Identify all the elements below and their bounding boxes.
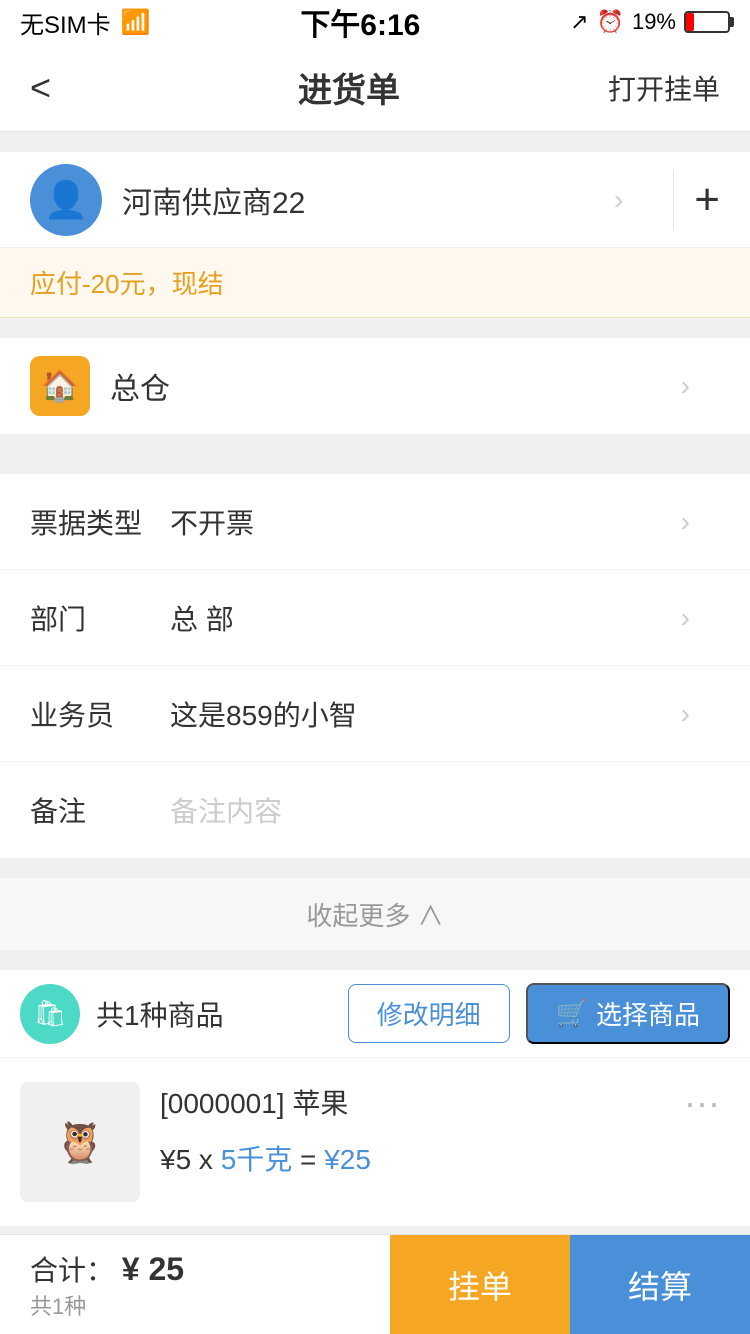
total-amount: ¥ 25 [122,1251,184,1287]
collapse-bar[interactable]: 收起更多 ∧ [0,878,750,950]
product-total: ¥25 [324,1144,371,1175]
back-button[interactable]: < [30,67,90,109]
alarm-icon: ⏰ [597,9,624,35]
warehouse-name: 总仓 [110,364,681,408]
select-product-icon: 🛒 [556,998,588,1029]
department-chevron: › [681,602,690,634]
invoice-type-value: 不开票 [150,502,681,542]
supplier-section[interactable]: 👤 河南供应商22 › + [0,152,750,248]
supplier-avatar: 👤 [30,164,102,236]
product-thumbnail: 🦉 [20,1082,140,1202]
edit-detail-button[interactable]: 修改明细 [348,984,510,1043]
total-label: 合计： [30,1255,114,1286]
remark-input[interactable]: 备注内容 [150,790,720,830]
add-supplier-button[interactable]: + [694,175,720,225]
wifi-icon: 📶 [121,8,151,37]
status-bar-left: 无SIM卡 📶 [20,5,151,40]
warehouse-icon: 🏠 [30,356,90,416]
bottom-bar: 合计： ¥ 25 共1种 挂单 结算 [0,1234,750,1334]
select-product-label: 选择商品 [596,995,700,1032]
supplier-name: 河南供应商22 [122,178,614,222]
product-quantity: 5千克 [221,1144,293,1175]
collapse-label: 收起更多 ∧ [306,896,443,933]
remark-label: 备注 [30,790,150,830]
invoice-type-row[interactable]: 票据类型 不开票 › [0,474,750,570]
pending-button[interactable]: 挂单 [390,1235,570,1334]
product-unit-price: ¥5 x [160,1144,221,1175]
product-item: 🦉 [0000001] 苹果 ¥5 x 5千克 = ¥25 ··· [0,1058,750,1227]
products-section: 🛍 共1种商品 修改明细 🛒 选择商品 🦉 [0000001] 苹果 ¥5 x … [0,970,750,1227]
salesperson-row[interactable]: 业务员 这是859的小智 › [0,666,750,762]
total-count: 共1种 [30,1289,360,1321]
form-section: 票据类型 不开票 › 部门 总 部 › 业务员 这是859的小智 › 备注 备注… [0,474,750,858]
supplier-divider [673,170,674,230]
product-name: [0000001] 苹果 [160,1082,674,1122]
total-section: 合计： ¥ 25 共1种 [0,1249,390,1321]
open-pending-button[interactable]: 打开挂单 [608,68,720,108]
carrier-label: 无SIM卡 [20,5,111,40]
avatar-icon: 👤 [44,179,89,221]
product-more-button[interactable]: ··· [674,1082,730,1124]
bag-icon: 🛍 [33,998,66,1029]
checkout-button[interactable]: 结算 [570,1235,750,1334]
department-label: 部门 [30,598,150,638]
warehouse-home-icon: 🏠 [41,369,78,404]
form-divider [0,434,750,454]
select-product-button[interactable]: 🛒 选择商品 [526,983,730,1044]
location-icon: ↗ [570,9,588,35]
product-info: [0000001] 苹果 ¥5 x 5千克 = ¥25 [160,1082,674,1178]
total-row: 合计： ¥ 25 [30,1249,360,1289]
supplier-chevron-icon: › [614,184,623,216]
product-price-row: ¥5 x 5千克 = ¥25 [160,1138,674,1178]
salesperson-label: 业务员 [30,694,150,734]
invoice-type-label: 票据类型 [30,502,150,542]
time-label: 下午6:16 [300,0,420,44]
department-value: 总 部 [150,598,681,638]
product-thumb-icon: 🦉 [55,1119,105,1166]
invoice-type-chevron: › [681,506,690,538]
warehouse-section[interactable]: 🏠 总仓 › [0,338,750,434]
remark-row[interactable]: 备注 备注内容 [0,762,750,858]
products-count: 共1种商品 [96,994,348,1034]
top-divider [0,132,750,152]
supplier-notice: 应付-20元，现结 [0,248,750,318]
status-bar-right: ↗ ⏰ 19% [570,9,730,35]
status-bar: 无SIM卡 📶 下午6:16 ↗ ⏰ 19% [0,0,750,44]
product-equals: = [292,1144,324,1175]
products-icon: 🛍 [20,984,80,1044]
warehouse-chevron-icon: › [681,370,690,402]
salesperson-value: 这是859的小智 [150,694,681,734]
product-code: [0000001] 苹果 [160,1088,348,1119]
products-header: 🛍 共1种商品 修改明细 🛒 选择商品 [0,970,750,1058]
nav-bar: < 进货单 打开挂单 [0,44,750,132]
department-row[interactable]: 部门 总 部 › [0,570,750,666]
battery-percentage: 19% [632,9,676,35]
page-title: 进货单 [298,63,400,112]
battery-icon [684,11,730,33]
salesperson-chevron: › [681,698,690,730]
